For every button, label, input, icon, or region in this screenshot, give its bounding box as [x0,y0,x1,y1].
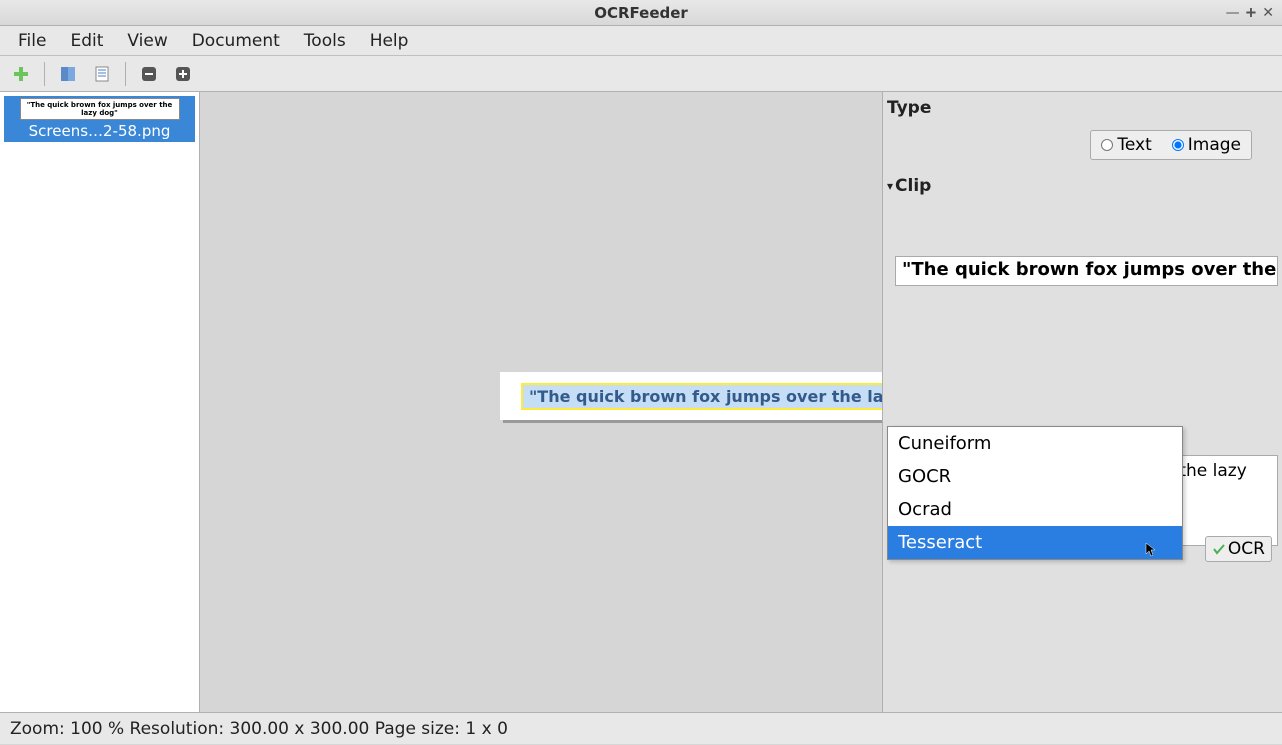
select-all-button[interactable] [53,60,83,88]
thumbnail-preview-text: "The quick brown fox jumps over the lazy… [21,101,179,117]
window-title: OCRFeeder [594,4,688,22]
close-icon[interactable]: ✕ [1262,5,1274,21]
thumbnail-preview: "The quick brown fox jumps over the lazy… [20,98,180,120]
document-view-button[interactable] [87,60,117,88]
engine-option-ocrad[interactable]: Ocrad [888,493,1182,526]
maximize-icon[interactable]: 🞥 [1246,5,1257,21]
add-image-button[interactable] [6,60,36,88]
menu-tools[interactable]: Tools [292,27,358,55]
page-thumbnail[interactable]: "The quick brown fox jumps over the lazy… [4,96,195,142]
properties-panel: Type Text Image Clip "The quick brown fo… [882,92,1282,712]
window-titlebar: OCRFeeder — 🞥 ✕ [0,0,1282,26]
menu-document[interactable]: Document [180,27,292,55]
zoom-in-button[interactable] [168,60,198,88]
page-sidebar: "The quick brown fox jumps over the lazy… [0,92,200,712]
engine-zone: T Cuneiform GOCR Ocrad Tesseract OCR Tex… [887,426,1278,546]
menu-help[interactable]: Help [358,27,421,55]
clip-expander[interactable]: Clip [887,176,1278,196]
type-section-label: Type [887,98,1278,118]
menu-view[interactable]: View [115,27,179,55]
toolbar-separator [44,62,45,86]
statusbar: Zoom: 100 % Resolution: 300.00 x 300.00 … [0,712,1282,744]
menubar: File Edit View Document Tools Help [0,26,1282,56]
menu-file[interactable]: File [6,27,58,55]
engine-option-cuneiform[interactable]: Cuneiform [888,427,1182,460]
type-radio-group: Text Image [1090,130,1252,160]
engine-option-gocr[interactable]: GOCR [888,460,1182,493]
minimize-icon[interactable]: — [1226,5,1240,21]
status-text: Zoom: 100 % Resolution: 300.00 x 300.00 … [10,719,508,739]
window-controls: — 🞥 ✕ [1226,5,1282,21]
content-area: "The quick brown fox jumps over the lazy… [0,92,1282,712]
radio-image[interactable]: Image [1162,131,1251,159]
engine-option-tesseract[interactable]: Tesseract [888,526,1182,559]
radio-text[interactable]: Text [1091,131,1161,159]
engine-dropdown-popup: Cuneiform GOCR Ocrad Tesseract [887,426,1183,560]
clip-preview: "The quick brown fox jumps over the [895,256,1278,286]
document-canvas[interactable]: "The quick brown fox jumps over the lazy… [200,92,882,712]
document-page: "The quick brown fox jumps over the lazy… [500,372,882,420]
cursor-icon [1145,542,1161,558]
zoom-out-button[interactable] [134,60,164,88]
menu-edit[interactable]: Edit [58,27,115,55]
toolbar [0,56,1282,92]
text-selection-box[interactable]: "The quick brown fox jumps over the lazy… [521,383,882,410]
ocr-button[interactable]: OCR [1205,536,1272,562]
toolbar-separator [125,62,126,86]
thumbnail-filename: Screens…2-58.png [29,122,171,140]
